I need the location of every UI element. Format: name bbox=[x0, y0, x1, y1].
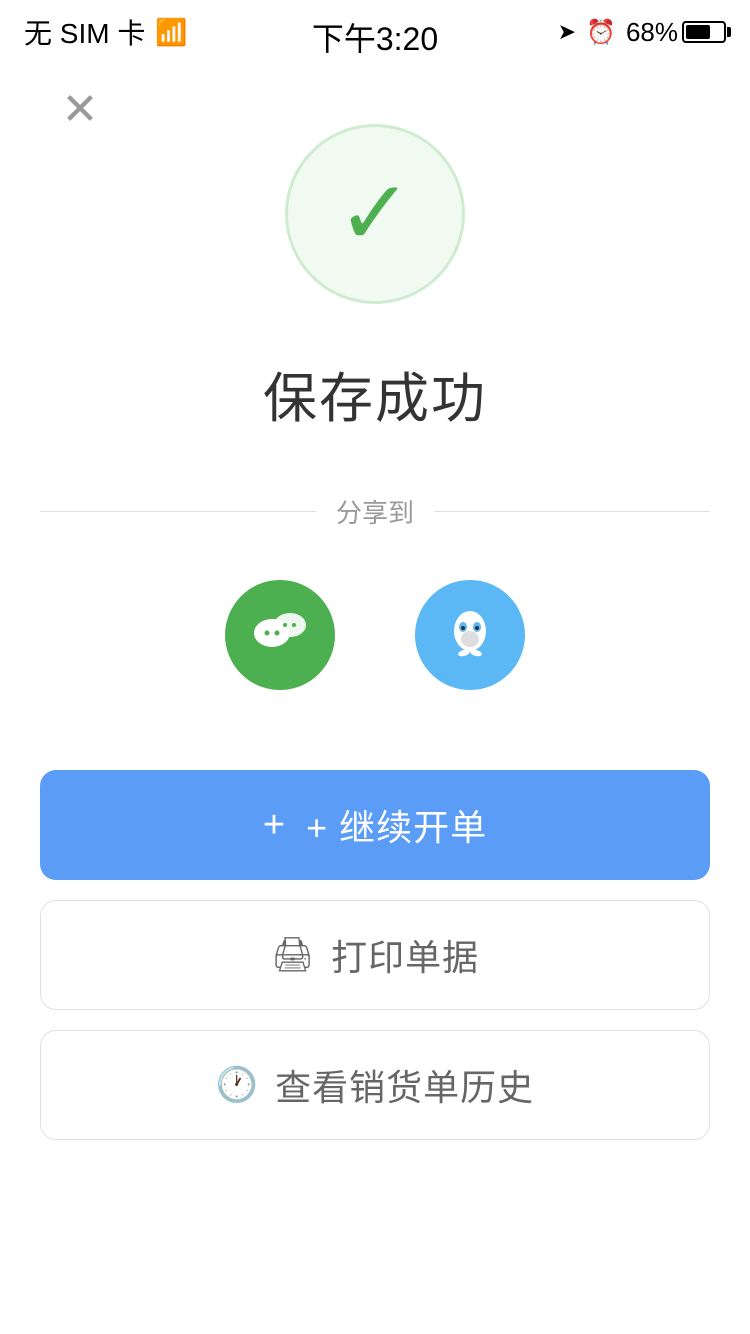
continue-order-label: + 继续开单 bbox=[306, 799, 487, 851]
battery-icon bbox=[682, 21, 726, 43]
plus-icon: + bbox=[263, 804, 286, 847]
wifi-icon: 📶 bbox=[155, 17, 187, 48]
share-icons bbox=[40, 580, 710, 690]
print-label: 打印单据 bbox=[331, 929, 479, 981]
share-line-left bbox=[40, 511, 316, 512]
continue-order-button[interactable]: + + 继续开单 bbox=[40, 770, 710, 880]
share-label: 分享到 bbox=[316, 493, 434, 530]
battery-percent: 68% bbox=[626, 17, 678, 48]
close-icon: ✕ bbox=[62, 88, 99, 132]
location-icon: ➤ bbox=[558, 19, 576, 45]
success-circle: ✓ bbox=[285, 124, 465, 304]
qq-share-button[interactable] bbox=[415, 580, 525, 690]
status-left: 无 SIM 卡 📶 bbox=[24, 12, 188, 52]
status-bar: 无 SIM 卡 📶 下午3:20 ➤ ⏰ 68% bbox=[0, 0, 750, 64]
history-label: 查看销货单历史 bbox=[275, 1059, 534, 1111]
close-button[interactable]: ✕ bbox=[50, 80, 110, 140]
wechat-share-button[interactable] bbox=[225, 580, 335, 690]
history-icon: 🕐 bbox=[216, 1065, 259, 1105]
share-section: 分享到 bbox=[0, 493, 750, 770]
checkmark-icon: ✓ bbox=[337, 169, 412, 259]
history-button[interactable]: 🕐 查看销货单历史 bbox=[40, 1030, 710, 1140]
status-right: ➤ ⏰ 68% bbox=[558, 17, 726, 48]
no-sim-label: 无 SIM 卡 bbox=[24, 12, 145, 52]
print-icon: 🖨 bbox=[271, 935, 315, 975]
share-line-right bbox=[434, 511, 710, 512]
wechat-icon bbox=[248, 603, 313, 668]
status-time: 下午3:20 bbox=[312, 14, 438, 60]
share-divider: 分享到 bbox=[40, 493, 710, 530]
action-buttons: + + 继续开单 🖨 打印单据 🕐 查看销货单历史 bbox=[0, 770, 750, 1140]
success-title: 保存成功 bbox=[263, 354, 487, 433]
print-button[interactable]: 🖨 打印单据 bbox=[40, 900, 710, 1010]
qq-icon bbox=[438, 603, 503, 668]
main-content: ✓ 保存成功 分享到 bbox=[0, 64, 750, 1140]
alarm-icon: ⏰ bbox=[586, 18, 616, 47]
battery-container: 68% bbox=[626, 17, 726, 48]
